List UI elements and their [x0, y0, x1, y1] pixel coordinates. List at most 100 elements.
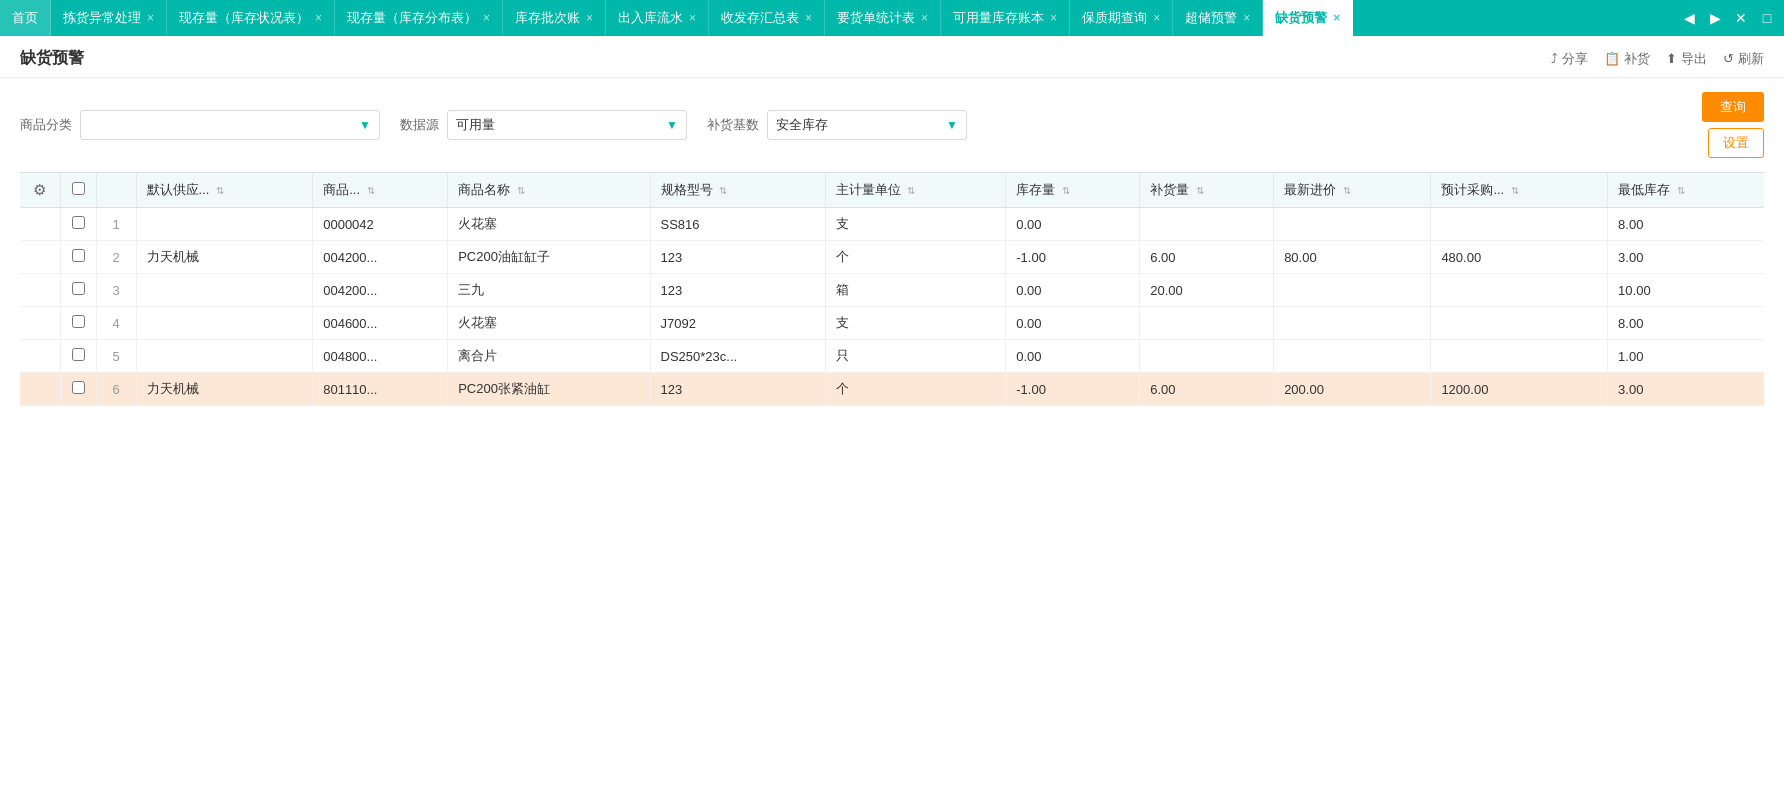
row-code-4: 004800...: [313, 340, 448, 373]
tab-close-inout-flow[interactable]: ×: [689, 11, 696, 25]
tab-batch-account[interactable]: 库存批次账 ×: [503, 0, 606, 36]
replenish-basis-select[interactable]: 安全库存 ▼: [767, 110, 967, 140]
row-gear-5: [20, 373, 60, 406]
tab-close-abnormal[interactable]: ×: [147, 11, 154, 25]
col-default-supplier[interactable]: 默认供应... ⇅: [136, 173, 313, 208]
share-button[interactable]: ⤴ 分享: [1551, 50, 1588, 68]
row-gear-0: [20, 208, 60, 241]
row-checkbox-2[interactable]: [60, 274, 96, 307]
export-button[interactable]: ⬆ 导出: [1666, 50, 1707, 68]
tab-close-demand-stat[interactable]: ×: [921, 11, 928, 25]
table-row: 2力天机械004200...PC200油缸缸子123个-1.006.0080.0…: [20, 241, 1764, 274]
gear-icon[interactable]: ⚙: [33, 181, 46, 198]
col-estimated-purchase[interactable]: 预计采购... ⇅: [1431, 173, 1608, 208]
row-gear-3: [20, 307, 60, 340]
row-replenish-1: 6.00: [1140, 241, 1274, 274]
tab-maximize-button[interactable]: □: [1754, 5, 1780, 31]
tab-inventory-status[interactable]: 现存量（库存状况表） ×: [167, 0, 335, 36]
row-select-3[interactable]: [72, 315, 85, 328]
row-select-5[interactable]: [72, 381, 85, 394]
row-code-5: 801110...: [313, 373, 448, 406]
refresh-button[interactable]: ↺ 刷新: [1723, 50, 1764, 68]
tab-close-inventory-dist[interactable]: ×: [483, 11, 490, 25]
tab-abnormal[interactable]: 拣货异常处理 ×: [51, 0, 167, 36]
row-select-0[interactable]: [72, 216, 85, 229]
row-supplier-4: [136, 340, 313, 373]
col-spec[interactable]: 规格型号 ⇅: [650, 173, 825, 208]
tab-prev-button[interactable]: ◀: [1676, 5, 1702, 31]
datasource-select[interactable]: 可用量 ▼: [447, 110, 687, 140]
tab-close-expiry-query[interactable]: ×: [1153, 11, 1160, 25]
tab-usable-ledger[interactable]: 可用量库存账本 ×: [941, 0, 1070, 36]
row-replenish-4: [1140, 340, 1274, 373]
row-min-4: 1.00: [1608, 340, 1764, 373]
tab-close-batch-account[interactable]: ×: [586, 11, 593, 25]
row-price-1: 80.00: [1274, 241, 1431, 274]
col-stock-qty[interactable]: 库存量 ⇅: [1006, 173, 1140, 208]
row-spec-2: 123: [650, 274, 825, 307]
tab-close-usable-ledger[interactable]: ×: [1050, 11, 1057, 25]
replenish-button[interactable]: 📋 补货: [1604, 50, 1650, 68]
page-title: 缺货预警: [20, 48, 84, 69]
col-product-name[interactable]: 商品名称 ⇅: [448, 173, 650, 208]
row-stock-3: 0.00: [1006, 307, 1140, 340]
col-index: [96, 173, 136, 208]
tab-next-button[interactable]: ▶: [1702, 5, 1728, 31]
export-icon: ⬆: [1666, 51, 1677, 66]
sort-name-icon: ⇅: [517, 185, 525, 196]
category-arrow-icon: ▼: [359, 118, 371, 132]
row-select-4[interactable]: [72, 348, 85, 361]
tab-close-shortage[interactable]: ×: [1333, 11, 1340, 25]
row-checkbox-1[interactable]: [60, 241, 96, 274]
tab-expiry-query[interactable]: 保质期查询 ×: [1070, 0, 1173, 36]
row-replenish-5: 6.00: [1140, 373, 1274, 406]
row-supplier-2: [136, 274, 313, 307]
tab-shortage[interactable]: 缺货预警 ×: [1263, 0, 1353, 36]
row-checkbox-0[interactable]: [60, 208, 96, 241]
col-replenish-qty[interactable]: 补货量 ⇅: [1140, 173, 1274, 208]
sort-spec-icon: ⇅: [719, 185, 727, 196]
row-code-0: 0000042: [313, 208, 448, 241]
refresh-icon: ↺: [1723, 51, 1734, 66]
select-all-checkbox[interactable]: [72, 182, 85, 195]
sort-price-icon: ⇅: [1343, 185, 1351, 196]
row-checkbox-4[interactable]: [60, 340, 96, 373]
tab-close-collect-summary[interactable]: ×: [805, 11, 812, 25]
row-index-2: 3: [96, 274, 136, 307]
row-code-2: 004200...: [313, 274, 448, 307]
row-unit-1: 个: [825, 241, 1006, 274]
tab-inout-flow[interactable]: 出入库流水 ×: [606, 0, 709, 36]
row-checkbox-5[interactable]: [60, 373, 96, 406]
tab-close-window-button[interactable]: ✕: [1728, 5, 1754, 31]
row-name-4: 离合片: [448, 340, 650, 373]
col-gear[interactable]: ⚙: [20, 173, 60, 208]
col-unit[interactable]: 主计量单位 ⇅: [825, 173, 1006, 208]
settings-button[interactable]: 设置: [1708, 128, 1764, 158]
tab-demand-stat[interactable]: 要货单统计表 ×: [825, 0, 941, 36]
row-name-3: 火花塞: [448, 307, 650, 340]
row-select-2[interactable]: [72, 282, 85, 295]
col-min-stock[interactable]: 最低库存 ⇅: [1608, 173, 1764, 208]
row-min-0: 8.00: [1608, 208, 1764, 241]
tab-close-overstock[interactable]: ×: [1243, 11, 1250, 25]
row-replenish-2: 20.00: [1140, 274, 1274, 307]
tab-close-inventory-status[interactable]: ×: [315, 11, 322, 25]
table-row: 10000042火花塞SS816支0.008.00: [20, 208, 1764, 241]
col-product-code[interactable]: 商品... ⇅: [313, 173, 448, 208]
row-checkbox-3[interactable]: [60, 307, 96, 340]
row-purchase-2: [1431, 274, 1608, 307]
col-latest-price[interactable]: 最新进价 ⇅: [1274, 173, 1431, 208]
tab-home[interactable]: 首页: [0, 0, 51, 36]
row-name-5: PC200张紧油缸: [448, 373, 650, 406]
category-select[interactable]: ▼: [80, 110, 380, 140]
row-select-1[interactable]: [72, 249, 85, 262]
shortage-table: ⚙ 默认供应... ⇅ 商品... ⇅ 商品名称: [20, 172, 1764, 406]
category-label: 商品分类: [20, 116, 72, 134]
tab-collect-summary[interactable]: 收发存汇总表 ×: [709, 0, 825, 36]
query-button[interactable]: 查询: [1702, 92, 1764, 122]
tab-inventory-dist[interactable]: 现存量（库存分布表） ×: [335, 0, 503, 36]
row-gear-1: [20, 241, 60, 274]
row-min-1: 3.00: [1608, 241, 1764, 274]
tab-overstock[interactable]: 超储预警 ×: [1173, 0, 1263, 36]
sort-supplier-icon: ⇅: [216, 185, 224, 196]
